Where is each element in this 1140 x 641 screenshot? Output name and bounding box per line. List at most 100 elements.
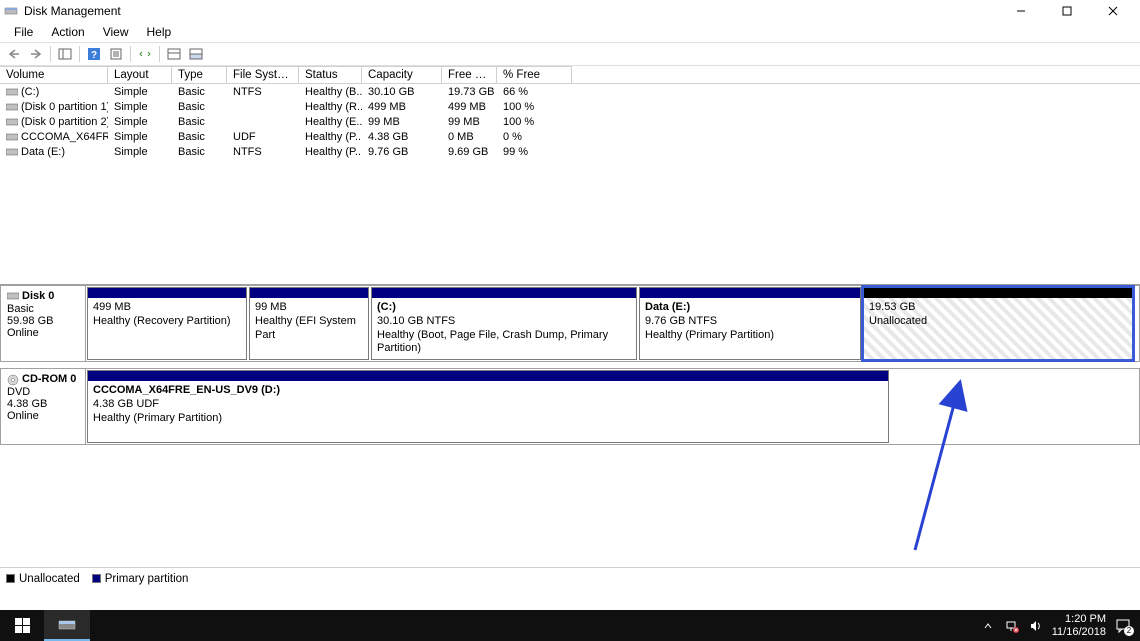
partition[interactable]: Data (E:) 9.76 GB NTFS Healthy (Primary Pa… bbox=[639, 287, 861, 360]
start-button[interactable] bbox=[0, 610, 44, 641]
col-freespace[interactable]: Free Spa... bbox=[442, 66, 497, 83]
volume-capacity: 499 MB bbox=[362, 101, 442, 113]
properties-button[interactable] bbox=[106, 44, 126, 64]
partition-header bbox=[864, 288, 1132, 298]
partition-size: 19.53 GB bbox=[869, 301, 915, 313]
close-button[interactable] bbox=[1090, 0, 1136, 22]
app-icon bbox=[4, 4, 18, 18]
partition-status: Unallocated bbox=[869, 315, 927, 327]
cdrom0-partitions: CCCOMA_X64FRE_EN-US_DV9 (D:) 4.38 GB UDF… bbox=[86, 368, 1140, 445]
menu-help[interactable]: Help bbox=[139, 23, 180, 41]
tray-chevron-up-icon[interactable] bbox=[980, 618, 996, 634]
volume-type: Basic bbox=[172, 116, 227, 128]
partition[interactable]: 99 MBHealthy (EFI System Part bbox=[249, 287, 369, 360]
volume-free: 99 MB bbox=[442, 116, 497, 128]
volume-status: Healthy (P... bbox=[299, 131, 362, 143]
show-hide-console-tree-button[interactable] bbox=[55, 44, 75, 64]
volume-row[interactable]: (Disk 0 partition 2)SimpleBasicHealthy (… bbox=[0, 114, 1140, 129]
toolbar-separator bbox=[130, 46, 131, 62]
volume-pctfree: 99 % bbox=[497, 146, 572, 158]
col-volume[interactable]: Volume bbox=[0, 66, 108, 83]
cdrom0-info[interactable]: CD-ROM 0 DVD 4.38 GB Online bbox=[0, 368, 86, 445]
legend-unallocated: Unallocated bbox=[6, 573, 80, 585]
partition-size: 99 MB bbox=[255, 301, 287, 313]
partition-unallocated[interactable]: 19.53 GB Unallocated bbox=[863, 287, 1133, 360]
minimize-button[interactable] bbox=[998, 0, 1044, 22]
volume-row[interactable]: (C:)SimpleBasicNTFSHealthy (B...30.10 GB… bbox=[0, 84, 1140, 99]
col-layout[interactable]: Layout bbox=[108, 66, 172, 83]
volume-layout: Simple bbox=[108, 101, 172, 113]
volume-fs: NTFS bbox=[227, 146, 299, 158]
toolbar-separator bbox=[159, 46, 160, 62]
top-view-button[interactable] bbox=[164, 44, 184, 64]
disk0-info[interactable]: Disk 0 Basic 59.98 GB Online bbox=[0, 285, 86, 362]
maximize-button[interactable] bbox=[1044, 0, 1090, 22]
volume-type: Basic bbox=[172, 146, 227, 158]
volume-status: Healthy (E... bbox=[299, 116, 362, 128]
volume-free: 0 MB bbox=[442, 131, 497, 143]
menu-view[interactable]: View bbox=[95, 23, 137, 41]
svg-text:?: ? bbox=[91, 50, 97, 61]
cdrom0-size: 4.38 GB bbox=[7, 398, 79, 410]
volume-capacity: 4.38 GB bbox=[362, 131, 442, 143]
system-tray: 1:20 PM 11/16/2018 2 bbox=[972, 613, 1140, 637]
volume-name: Data (E:) bbox=[21, 146, 65, 158]
col-status[interactable]: Status bbox=[299, 66, 362, 83]
volume-pctfree: 100 % bbox=[497, 116, 572, 128]
taskbar-disk-management[interactable] bbox=[44, 610, 90, 641]
tray-notifications-icon[interactable]: 2 bbox=[1114, 617, 1132, 635]
disk0-type: Basic bbox=[7, 303, 79, 315]
notification-count: 2 bbox=[1124, 626, 1134, 636]
col-type[interactable]: Type bbox=[172, 66, 227, 83]
empty-area bbox=[0, 446, 1140, 566]
volume-status: Healthy (P... bbox=[299, 146, 362, 158]
volume-pctfree: 66 % bbox=[497, 86, 572, 98]
drive-icon bbox=[6, 117, 18, 127]
col-pctfree[interactable]: % Free bbox=[497, 66, 572, 83]
partition-header bbox=[640, 288, 860, 298]
col-capacity[interactable]: Capacity bbox=[362, 66, 442, 83]
menu-action[interactable]: Action bbox=[43, 23, 92, 41]
partition-size: 4.38 GB UDF bbox=[93, 398, 159, 410]
refresh-button[interactable] bbox=[135, 44, 155, 64]
cdrom-icon bbox=[7, 374, 19, 384]
tray-time: 1:20 PM bbox=[1052, 613, 1106, 625]
disk0-label: Disk 0 bbox=[22, 290, 54, 302]
drive-icon bbox=[6, 132, 18, 142]
legend-label-unallocated: Unallocated bbox=[19, 573, 80, 585]
partition-body: (C:)30.10 GB NTFSHealthy (Boot, Page Fil… bbox=[372, 298, 636, 359]
cdrom0-partition[interactable]: CCCOMA_X64FRE_EN-US_DV9 (D:) 4.38 GB UDF… bbox=[87, 370, 889, 443]
disk0-partitions: 499 MBHealthy (Recovery Partition)99 MBH… bbox=[86, 285, 1140, 362]
taskbar: 1:20 PM 11/16/2018 2 bbox=[0, 610, 1140, 641]
bottom-view-button[interactable] bbox=[186, 44, 206, 64]
partition[interactable]: 499 MBHealthy (Recovery Partition) bbox=[87, 287, 247, 360]
forward-button[interactable] bbox=[26, 44, 46, 64]
tray-network-icon[interactable] bbox=[1004, 618, 1020, 634]
tray-clock[interactable]: 1:20 PM 11/16/2018 bbox=[1052, 613, 1106, 637]
partition[interactable]: (C:)30.10 GB NTFSHealthy (Boot, Page Fil… bbox=[371, 287, 637, 360]
volume-status: Healthy (R... bbox=[299, 101, 362, 113]
window-controls bbox=[998, 0, 1136, 22]
spacer bbox=[0, 159, 1140, 284]
disk-row-disk0: Disk 0 Basic 59.98 GB Online 499 MBHealt… bbox=[0, 285, 1140, 363]
partition-status: Healthy (Primary Partition) bbox=[645, 329, 774, 341]
volume-row[interactable]: (Disk 0 partition 1)SimpleBasicHealthy (… bbox=[0, 99, 1140, 114]
partition-header bbox=[88, 288, 246, 298]
volume-row[interactable]: Data (E:)SimpleBasicNTFSHealthy (P...9.7… bbox=[0, 144, 1140, 159]
partition-title: (C:) bbox=[377, 301, 396, 313]
menu-bar: File Action View Help bbox=[0, 22, 1140, 42]
volume-status: Healthy (B... bbox=[299, 86, 362, 98]
disk0-size: 59.98 GB bbox=[7, 315, 79, 327]
menu-file[interactable]: File bbox=[6, 23, 41, 41]
partition-body: 499 MBHealthy (Recovery Partition) bbox=[88, 298, 246, 359]
help-button[interactable]: ? bbox=[84, 44, 104, 64]
window-title: Disk Management bbox=[24, 4, 998, 18]
partition-title: Data (E:) bbox=[645, 301, 690, 313]
drive-icon bbox=[6, 147, 18, 157]
partition-size: 9.76 GB NTFS bbox=[645, 315, 717, 327]
back-button[interactable] bbox=[4, 44, 24, 64]
volume-row[interactable]: CCCOMA_X64FRE...SimpleBasicUDFHealthy (P… bbox=[0, 129, 1140, 144]
tray-volume-icon[interactable] bbox=[1028, 618, 1044, 634]
disk0-state: Online bbox=[7, 327, 79, 339]
col-filesystem[interactable]: File System bbox=[227, 66, 299, 83]
